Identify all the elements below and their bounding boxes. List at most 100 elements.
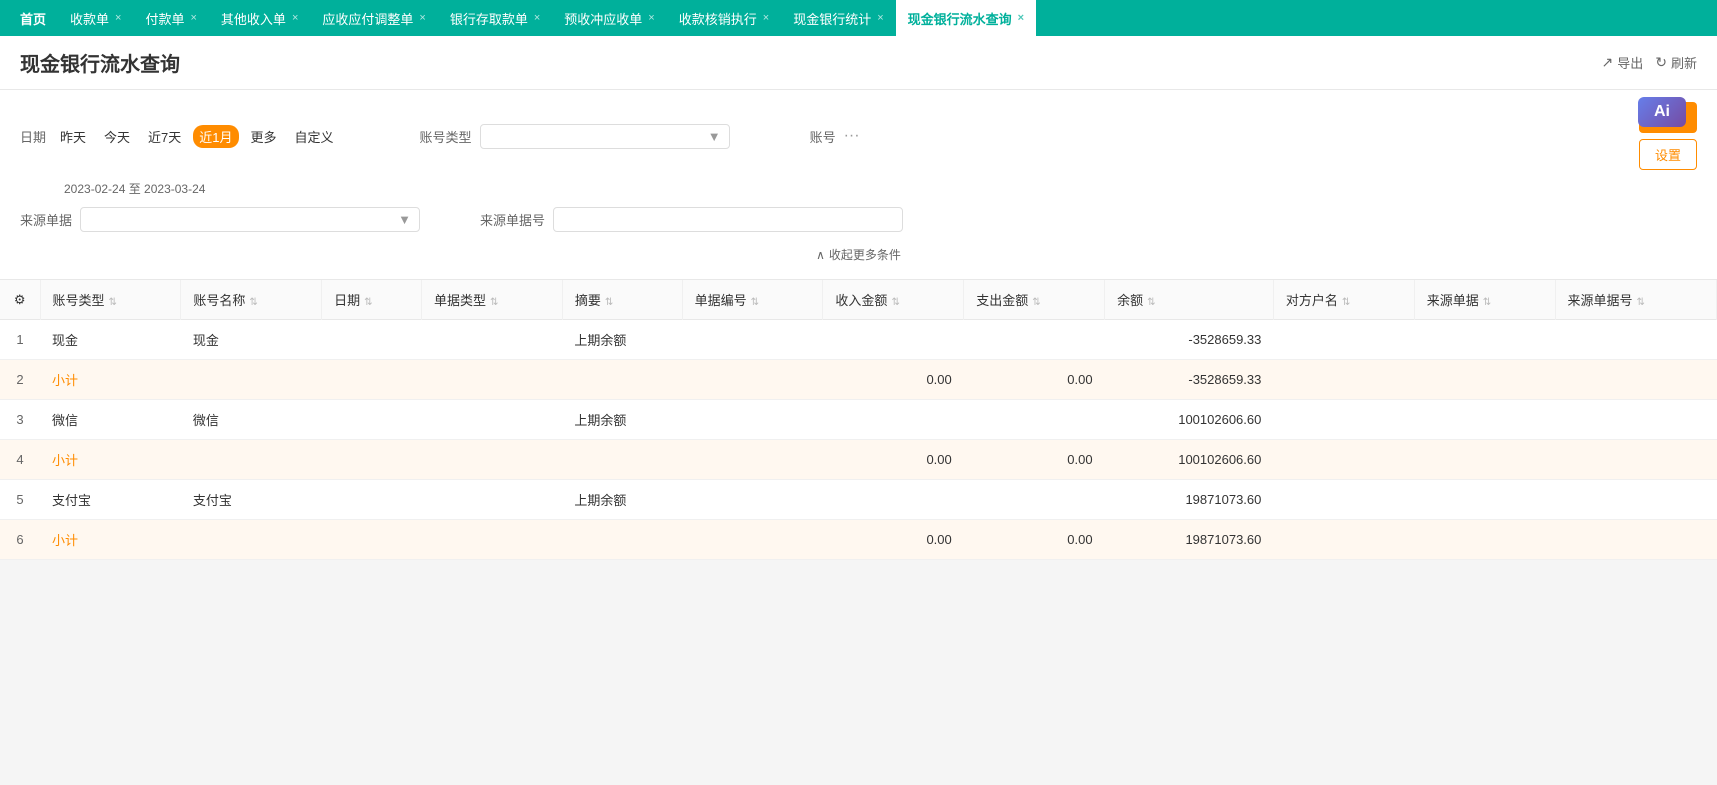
th-date[interactable]: 日期⇅ xyxy=(322,280,422,320)
data-table: ⚙ 账号类型⇅ 账号名称⇅ 日期⇅ 单据类型⇅ 摘要⇅ 单据编号⇅ 收入金额⇅ … xyxy=(0,280,1717,560)
header-actions: ↗ 导出 ↻ 刷新 xyxy=(1602,53,1698,72)
th-income[interactable]: 收入金额⇅ xyxy=(823,280,964,320)
nav-tab-7[interactable]: 现金银行统计× xyxy=(781,0,895,36)
table-cell xyxy=(322,480,422,520)
table-cell xyxy=(322,360,422,400)
th-source-doc-no[interactable]: 来源单据号⇅ xyxy=(1555,280,1716,320)
source-doc-no-input[interactable] xyxy=(553,207,903,232)
source-doc-label: 来源单据 xyxy=(20,210,72,229)
table-cell xyxy=(322,320,422,360)
account-type-dropdown-icon: ▼ xyxy=(708,129,721,144)
nav-tab-8[interactable]: 现金银行流水查询× xyxy=(896,0,1036,36)
table-cell: 1 xyxy=(0,320,40,360)
date-opt-1month[interactable]: 近1月 xyxy=(193,125,238,148)
close-icon-0[interactable]: × xyxy=(115,12,121,24)
sort-icon-summary: ⇅ xyxy=(605,297,613,308)
table-cell xyxy=(422,480,563,520)
table-cell: 上期余额 xyxy=(562,320,682,360)
table-cell xyxy=(1555,360,1716,400)
th-doc-no[interactable]: 单据编号⇅ xyxy=(682,280,823,320)
ai-badge[interactable]: Ai xyxy=(1638,97,1686,127)
close-icon-1[interactable]: × xyxy=(190,12,196,24)
close-icon-3[interactable]: × xyxy=(419,12,425,24)
table-cell xyxy=(964,400,1105,440)
th-expense[interactable]: 支出金额⇅ xyxy=(964,280,1105,320)
table-cell xyxy=(322,440,422,480)
collapse-bar[interactable]: ∧ 收起更多条件 xyxy=(20,242,1697,267)
th-source-doc[interactable]: 来源单据⇅ xyxy=(1414,280,1555,320)
close-icon-4[interactable]: × xyxy=(534,12,540,24)
table-cell xyxy=(422,400,563,440)
close-icon-6[interactable]: × xyxy=(763,12,769,24)
date-filter-group: 日期 昨天 今天 近7天 近1月 更多 自定义 xyxy=(20,125,340,148)
date-range-display: 2023-02-24 至 2023-03-24 xyxy=(56,180,1697,197)
table-row: 2小计0.000.00-3528659.33 xyxy=(0,360,1717,400)
refresh-button[interactable]: ↻ 刷新 xyxy=(1655,53,1697,72)
th-account-name[interactable]: 账号名称⇅ xyxy=(181,280,322,320)
sort-icon-doc-no: ⇅ xyxy=(751,297,759,308)
table-cell xyxy=(322,520,422,560)
nav-tab-4[interactable]: 银行存取款单× xyxy=(438,0,552,36)
table-cell xyxy=(1414,360,1555,400)
nav-tab-6[interactable]: 收款核销执行× xyxy=(667,0,781,36)
date-opt-7days[interactable]: 近7天 xyxy=(142,125,187,148)
page-title: 现金银行流水查询 xyxy=(20,48,180,77)
date-opt-more[interactable]: 更多 xyxy=(245,125,283,148)
close-icon-2[interactable]: × xyxy=(292,12,298,24)
table-cell xyxy=(1414,400,1555,440)
date-range-text: 2023-02-24 至 2023-03-24 xyxy=(64,182,205,196)
nav-home[interactable]: 首页 xyxy=(8,0,58,36)
sort-icon-account-name: ⇅ xyxy=(249,297,257,308)
table-cell xyxy=(422,440,563,480)
th-account-type[interactable]: 账号类型⇅ xyxy=(40,280,181,320)
table-row: 4小计0.000.00100102606.60 xyxy=(0,440,1717,480)
source-doc-dropdown-icon: ▼ xyxy=(398,212,411,227)
settings-button[interactable]: 设置 xyxy=(1639,139,1697,170)
close-icon-7[interactable]: × xyxy=(877,12,883,24)
table-header-row: ⚙ 账号类型⇅ 账号名称⇅ 日期⇅ 单据类型⇅ 摘要⇅ 单据编号⇅ 收入金额⇅ … xyxy=(0,280,1717,320)
table-cell xyxy=(1273,440,1414,480)
table-cell: 4 xyxy=(0,440,40,480)
table-cell xyxy=(1273,520,1414,560)
table-cell: 19871073.60 xyxy=(1105,480,1274,520)
th-doc-type[interactable]: 单据类型⇅ xyxy=(422,280,563,320)
table-cell: 小计 xyxy=(40,360,181,400)
th-balance[interactable]: 余额⇅ xyxy=(1105,280,1274,320)
nav-tab-3[interactable]: 应收应付调整单× xyxy=(310,0,437,36)
table-cell: 3 xyxy=(0,400,40,440)
table-cell: 上期余额 xyxy=(562,480,682,520)
close-icon-5[interactable]: × xyxy=(648,12,654,24)
date-opt-yesterday[interactable]: 昨天 xyxy=(54,125,92,148)
nav-tab-5[interactable]: 预收冲应收单× xyxy=(552,0,666,36)
nav-tab-1[interactable]: 付款单× xyxy=(133,0,208,36)
filter-area: 日期 昨天 今天 近7天 近1月 更多 自定义 账号类型 ▼ 账号 ··· xyxy=(0,90,1717,280)
account-type-select[interactable]: ▼ xyxy=(480,124,730,149)
close-icon-8[interactable]: × xyxy=(1018,12,1024,24)
sort-icon-date: ⇅ xyxy=(364,297,372,308)
table-cell xyxy=(562,440,682,480)
nav-tab-0[interactable]: 收款单× xyxy=(58,0,133,36)
th-summary[interactable]: 摘要⇅ xyxy=(562,280,682,320)
table-cell: 0.00 xyxy=(823,360,964,400)
date-opt-custom[interactable]: 自定义 xyxy=(289,125,340,148)
date-opt-today[interactable]: 今天 xyxy=(98,125,136,148)
sort-icon-source-doc-no: ⇅ xyxy=(1637,297,1645,308)
table-cell xyxy=(682,400,823,440)
table-cell xyxy=(1414,320,1555,360)
table-cell xyxy=(1414,480,1555,520)
filter-row-2: 来源单据 ▼ 来源单据号 xyxy=(20,207,1697,232)
table-cell xyxy=(1414,440,1555,480)
source-doc-select[interactable]: ▼ xyxy=(80,207,420,232)
table-cell xyxy=(1273,320,1414,360)
table-cell: 0.00 xyxy=(964,360,1105,400)
table-cell: 支付宝 xyxy=(40,480,181,520)
table-cell xyxy=(823,320,964,360)
th-settings[interactable]: ⚙ xyxy=(0,280,40,320)
account-dots[interactable]: ··· xyxy=(844,127,860,145)
table-row: 5支付宝支付宝上期余额19871073.60 xyxy=(0,480,1717,520)
nav-tab-2[interactable]: 其他收入单× xyxy=(209,0,310,36)
export-button[interactable]: ↗ 导出 xyxy=(1602,53,1644,72)
table-cell: 现金 xyxy=(181,320,322,360)
table-cell xyxy=(682,320,823,360)
th-counterparty[interactable]: 对方户名⇅ xyxy=(1273,280,1414,320)
